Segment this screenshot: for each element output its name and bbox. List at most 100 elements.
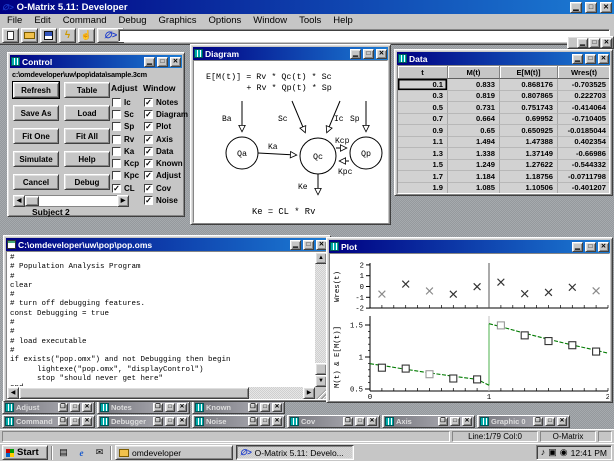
fragment-minimize-button[interactable]: ▁ bbox=[577, 37, 588, 48]
close-button[interactable]: ✕ bbox=[82, 403, 92, 412]
minimized-titlebar[interactable]: Cov ❐ □ ✕ bbox=[289, 416, 378, 427]
data-maximize-button[interactable]: □ bbox=[585, 53, 596, 64]
minimized-window-graphic-0[interactable]: Graphic 0 ❐ □ ✕ bbox=[477, 415, 570, 428]
help-button[interactable]: Help bbox=[64, 151, 110, 167]
restore-button[interactable]: ❐ bbox=[153, 403, 163, 412]
minimized-window-notes[interactable]: Notes ❐ □ ✕ bbox=[97, 401, 190, 414]
run-lightning-button[interactable]: ϟ bbox=[59, 27, 76, 43]
restore-button[interactable]: ❐ bbox=[248, 403, 258, 412]
app-maximize-button[interactable]: □ bbox=[585, 1, 597, 13]
adjust-sp-checkbox[interactable] bbox=[112, 122, 121, 132]
close-button[interactable]: ✕ bbox=[272, 417, 282, 426]
menu-debug[interactable]: Debug bbox=[114, 15, 152, 26]
data-titlebar[interactable]: Data ▁ □ ✕ bbox=[397, 52, 610, 65]
minimized-window-noise[interactable]: Noise ❐ □ ✕ bbox=[192, 415, 285, 428]
data-cell[interactable]: 0.402354 bbox=[558, 137, 609, 148]
data-cell[interactable]: 0.751743 bbox=[500, 102, 558, 114]
data-cell[interactable]: 0.3 bbox=[398, 90, 448, 102]
close-button[interactable]: ✕ bbox=[462, 417, 472, 426]
data-cell[interactable]: -0.703525 bbox=[558, 79, 609, 91]
column-header-t[interactable]: t bbox=[398, 66, 448, 79]
data-cell[interactable]: 0.650925 bbox=[500, 125, 558, 137]
menu-help[interactable]: Help bbox=[328, 15, 358, 26]
scheduler-icon[interactable]: ◉ bbox=[560, 448, 568, 457]
menu-file[interactable]: File bbox=[2, 15, 27, 26]
window-cov-checkbox[interactable]: ✓ bbox=[144, 183, 153, 193]
scroll-left-button[interactable]: ◀ bbox=[7, 387, 19, 399]
data-cell[interactable]: 0.1 bbox=[398, 79, 448, 91]
menu-edit[interactable]: Edit bbox=[29, 15, 55, 26]
menu-window[interactable]: Window bbox=[248, 15, 292, 26]
scroll-right-button[interactable]: ▶ bbox=[117, 195, 129, 207]
close-button[interactable]: ✕ bbox=[557, 417, 567, 426]
minimized-window-axis[interactable]: Axis ❐ □ ✕ bbox=[382, 415, 475, 428]
start-button[interactable]: Start bbox=[2, 445, 48, 460]
data-minimize-button[interactable]: ▁ bbox=[572, 53, 583, 64]
column-header-wrest[interactable]: Wres(t) bbox=[558, 66, 609, 79]
task-omdeveloper[interactable]: omdeveloper bbox=[115, 445, 233, 460]
scroll-left-button[interactable]: ◀ bbox=[13, 195, 25, 207]
code-editor[interactable]: # # Population Analysis Program # clear … bbox=[8, 253, 314, 386]
editor-hscrollbar[interactable]: ◀ ▶ bbox=[7, 387, 315, 399]
adjust-rv[interactable]: Rv bbox=[112, 133, 139, 145]
minimized-titlebar[interactable]: Noise ❐ □ ✕ bbox=[194, 416, 283, 427]
maximize-button[interactable]: □ bbox=[70, 403, 80, 412]
menu-options[interactable]: Options bbox=[204, 15, 247, 26]
table-button[interactable]: Table bbox=[64, 82, 110, 98]
column-header-mt[interactable]: M(t) bbox=[448, 66, 500, 79]
close-button[interactable]: ✕ bbox=[177, 403, 187, 412]
adjust-cl-checkbox[interactable]: ✓ bbox=[112, 183, 121, 193]
maximize-button[interactable]: □ bbox=[545, 417, 555, 426]
data-cell[interactable]: 1.18756 bbox=[500, 171, 558, 183]
subject-scrollbar[interactable]: ◀ ▶ bbox=[13, 195, 129, 207]
minimized-titlebar[interactable]: Adjust ❐ □ ✕ bbox=[4, 402, 93, 413]
menu-graphics[interactable]: Graphics bbox=[154, 15, 202, 26]
data-cell[interactable]: 0.5 bbox=[398, 102, 448, 114]
data-cell[interactable]: 1.085 bbox=[448, 182, 500, 193]
window-noise-checkbox[interactable]: ✓ bbox=[144, 196, 153, 206]
window-adjust[interactable]: ✓ Adjust bbox=[144, 170, 188, 182]
column-header-emt[interactable]: E[M(t)] bbox=[500, 66, 558, 79]
data-cell[interactable]: 0.819 bbox=[448, 90, 500, 102]
restore-button[interactable]: ❐ bbox=[438, 417, 448, 426]
data-cell[interactable]: 0.9 bbox=[398, 125, 448, 137]
plot-maximize-button[interactable]: □ bbox=[585, 241, 596, 252]
maximize-button[interactable]: □ bbox=[450, 417, 460, 426]
app-titlebar[interactable]: ∅> O-Matrix 5.11: Developer ▁ □ ✕ bbox=[0, 0, 614, 14]
toolbar-command-field[interactable] bbox=[118, 29, 610, 42]
adjust-kpc-checkbox[interactable] bbox=[112, 171, 121, 181]
display-icon[interactable]: ▣ bbox=[548, 448, 557, 457]
window-notes[interactable]: ✓ Notes bbox=[144, 96, 188, 108]
window-cov[interactable]: ✓ Cov bbox=[144, 182, 188, 194]
data-cell[interactable]: 1.27622 bbox=[500, 159, 558, 171]
window-data[interactable]: ✓ Data bbox=[144, 145, 188, 157]
maximize-button[interactable]: □ bbox=[70, 417, 80, 426]
control-maximize-button[interactable]: □ bbox=[157, 56, 168, 67]
data-cell[interactable]: -0.0711798 bbox=[558, 171, 609, 183]
control-close-button[interactable]: ✕ bbox=[170, 56, 181, 67]
maximize-button[interactable]: □ bbox=[355, 417, 365, 426]
adjust-kpc[interactable]: Kpc bbox=[112, 170, 139, 182]
data-cell[interactable]: 0.833 bbox=[448, 79, 500, 91]
minimized-titlebar[interactable]: Known ❐ □ ✕ bbox=[194, 402, 283, 413]
minimized-window-adjust[interactable]: Adjust ❐ □ ✕ bbox=[2, 401, 95, 414]
data-close-button[interactable]: ✕ bbox=[598, 53, 609, 64]
editor-titlebar[interactable]: C:\omdeveloper\uw\pop\pop.oms ▁ □ ✕ bbox=[6, 238, 328, 251]
control-minimize-button[interactable]: ▁ bbox=[144, 56, 155, 67]
data-cell[interactable]: 0.69952 bbox=[500, 113, 558, 125]
minimized-window-cov[interactable]: Cov ❐ □ ✕ bbox=[287, 415, 380, 428]
maximize-button[interactable]: □ bbox=[260, 403, 270, 412]
data-cell[interactable]: 1.3 bbox=[398, 148, 448, 160]
plot-minimize-button[interactable]: ▁ bbox=[572, 241, 583, 252]
data-cell[interactable]: 0.7 bbox=[398, 113, 448, 125]
hscroll-thumb[interactable] bbox=[19, 387, 249, 399]
simulate-button[interactable]: Simulate bbox=[13, 151, 59, 167]
debug-button[interactable]: Debug bbox=[64, 174, 110, 190]
window-axis[interactable]: ✓ Axis bbox=[144, 133, 188, 145]
plot-titlebar[interactable]: Plot ▁ □ ✕ bbox=[329, 240, 610, 253]
data-cell[interactable]: -0.544332 bbox=[558, 160, 609, 171]
cancel-button[interactable]: Cancel bbox=[13, 174, 59, 190]
minimized-titlebar[interactable]: Command ❐ □ ✕ bbox=[4, 416, 93, 427]
mail-icon[interactable]: ✉ bbox=[92, 446, 107, 460]
show-desktop-icon[interactable]: ▤ bbox=[56, 446, 71, 460]
